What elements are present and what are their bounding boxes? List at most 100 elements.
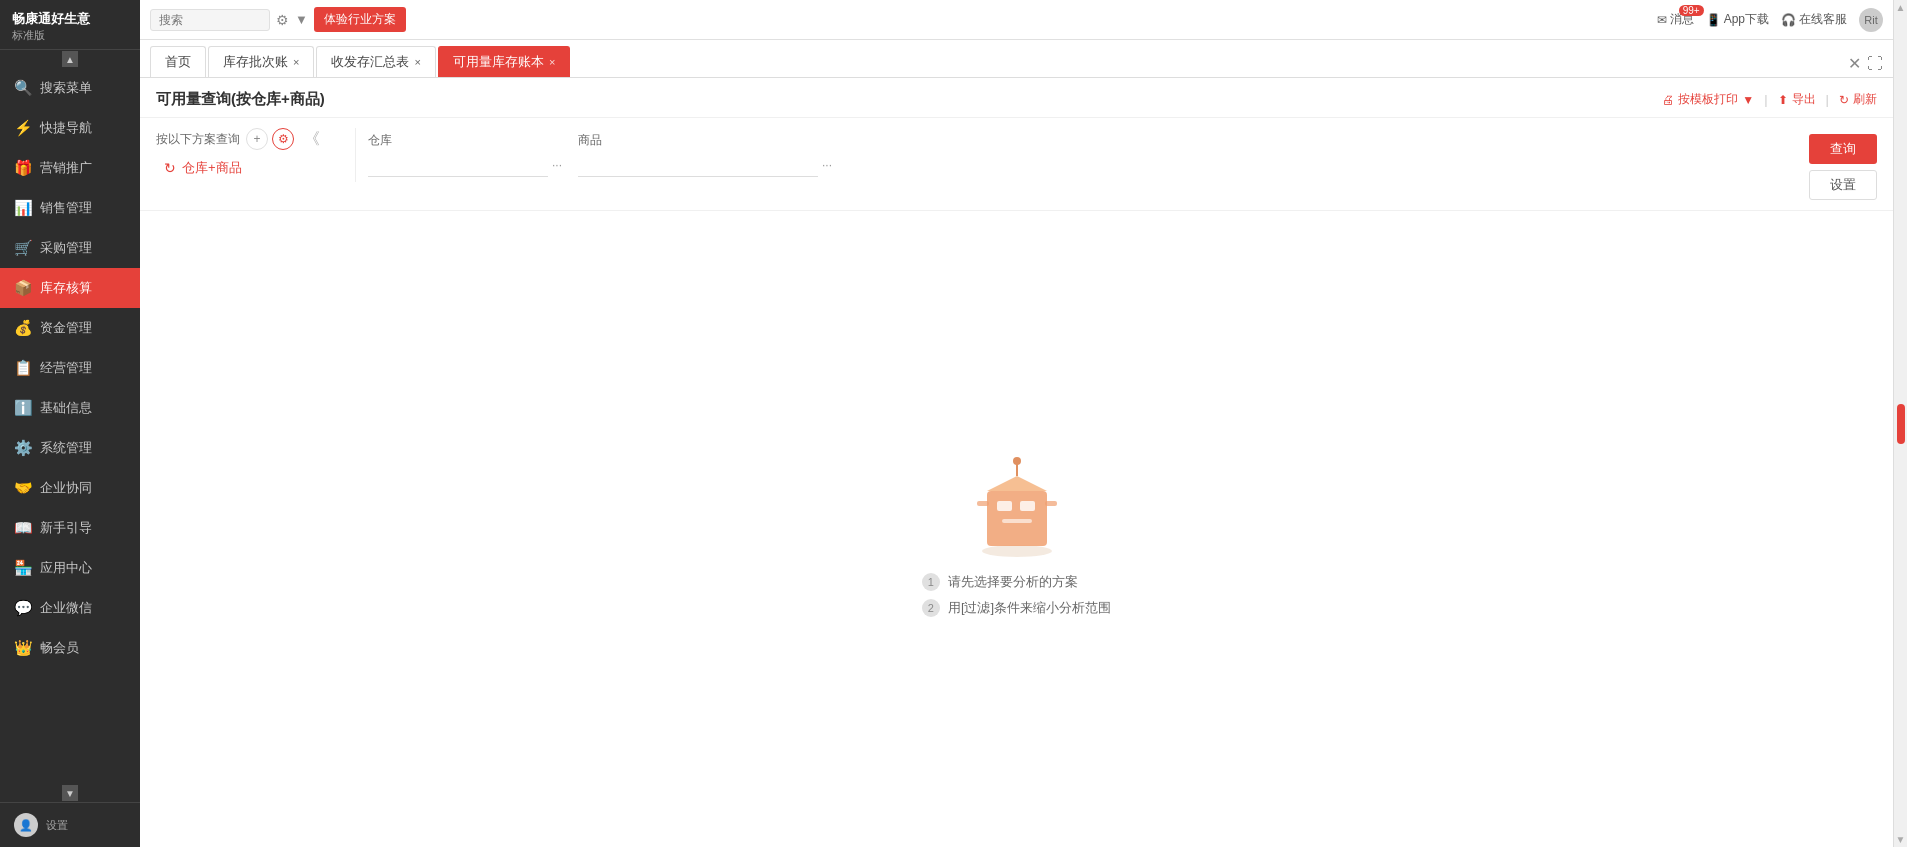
trial-button[interactable]: 体验行业方案 bbox=[314, 7, 406, 32]
operations-icon: 📋 bbox=[14, 359, 32, 377]
app-download-label: App下载 bbox=[1724, 11, 1769, 28]
customer-service-label: 在线客服 bbox=[1799, 11, 1847, 28]
tab-bar: 首页 库存批次账 × 收发存汇总表 × 可用量库存账本 × ✕ ⛶ bbox=[140, 40, 1893, 78]
sidebar-item-label: 企业协同 bbox=[40, 479, 92, 497]
dropdown-arrow-icon[interactable]: ▼ bbox=[295, 12, 308, 27]
scroll-up-arrow[interactable]: ▲ bbox=[62, 51, 78, 67]
scrollbar-thumb[interactable] bbox=[1897, 404, 1905, 444]
finance-icon: 💰 bbox=[14, 319, 32, 337]
hint-text-1: 请先选择要分析的方案 bbox=[948, 573, 1078, 591]
app-download-button[interactable]: 📱 App下载 bbox=[1706, 11, 1769, 28]
sidebar-item-operations[interactable]: 📋 经营管理 bbox=[0, 348, 140, 388]
scheme-item-warehouse-product[interactable]: ↻ 仓库+商品 bbox=[156, 154, 343, 182]
empty-hint-2: 2 用[过滤]条件来缩小分析范围 bbox=[922, 599, 1111, 617]
sidebar-item-label: 系统管理 bbox=[40, 439, 92, 457]
sidebar-item-basic[interactable]: ℹ️ 基础信息 bbox=[0, 388, 140, 428]
inventory-icon: 📦 bbox=[14, 279, 32, 297]
tab-home[interactable]: 首页 bbox=[150, 46, 206, 77]
tab-available-label: 可用量库存账本 bbox=[453, 53, 544, 71]
right-scrollbar[interactable]: ▲ ▼ bbox=[1893, 0, 1907, 847]
sidebar-item-marketing[interactable]: 🎁 营销推广 bbox=[0, 148, 140, 188]
print-label: 按模板打印 bbox=[1678, 91, 1738, 108]
top-header: ⚙ ▼ 体验行业方案 ✉ 消息 99+ 📱 App下载 🎧 在线客服 Rit bbox=[140, 0, 1893, 40]
message-icon: ✉ bbox=[1657, 13, 1667, 27]
sidebar-item-system[interactable]: ⚙️ 系统管理 bbox=[0, 428, 140, 468]
product-field: 商品 ··· bbox=[578, 132, 832, 177]
sidebar-item-member[interactable]: 👑 畅会员 bbox=[0, 628, 140, 668]
tab-actions: ✕ ⛶ bbox=[1848, 54, 1883, 77]
tab-batch-close[interactable]: × bbox=[293, 56, 299, 68]
purchase-icon: 🛒 bbox=[14, 239, 32, 257]
customer-service-button[interactable]: 🎧 在线客服 bbox=[1781, 11, 1847, 28]
sidebar-item-inventory[interactable]: 📦 库存核算 bbox=[0, 268, 140, 308]
main-area: ⚙ ▼ 体验行业方案 ✉ 消息 99+ 📱 App下载 🎧 在线客服 Rit bbox=[140, 0, 1893, 847]
tab-home-label: 首页 bbox=[165, 53, 191, 71]
export-icon: ⬆ bbox=[1778, 93, 1788, 107]
wechat-icon: 💬 bbox=[14, 599, 32, 617]
gear-icon[interactable]: ⚙ bbox=[276, 12, 289, 28]
hint-number-2: 2 bbox=[922, 599, 940, 617]
sidebar-item-purchase[interactable]: 🛒 采购管理 bbox=[0, 228, 140, 268]
sidebar-item-label: 畅会员 bbox=[40, 639, 79, 657]
sidebar-item-apps[interactable]: 🏪 应用中心 bbox=[0, 548, 140, 588]
user-avatar[interactable]: Rit bbox=[1859, 8, 1883, 32]
print-dropdown-icon[interactable]: ▼ bbox=[1742, 93, 1754, 107]
system-icon: ⚙️ bbox=[14, 439, 32, 457]
warehouse-more[interactable]: ··· bbox=[552, 158, 562, 172]
page-title: 可用量查询(按仓库+商品) bbox=[156, 90, 325, 109]
svg-point-7 bbox=[1013, 457, 1021, 465]
product-input[interactable] bbox=[578, 153, 818, 177]
sidebar-scroll-up[interactable]: ▲ bbox=[0, 50, 140, 68]
tab-available-close[interactable]: × bbox=[549, 56, 555, 68]
sidebar-item-enterprise[interactable]: 🤝 企业协同 bbox=[0, 468, 140, 508]
filter-actions: 查询 设置 bbox=[1809, 132, 1877, 200]
sales-icon: 📊 bbox=[14, 199, 32, 217]
sidebar-item-label: 搜索菜单 bbox=[40, 79, 92, 97]
message-button[interactable]: ✉ 消息 99+ bbox=[1657, 11, 1694, 28]
warehouse-input[interactable] bbox=[368, 153, 548, 177]
svg-rect-5 bbox=[1002, 519, 1032, 523]
sidebar-item-sales[interactable]: 📊 销售管理 bbox=[0, 188, 140, 228]
sidebar-item-newbie[interactable]: 📖 新手引导 bbox=[0, 508, 140, 548]
query-button[interactable]: 查询 bbox=[1809, 134, 1877, 164]
setting-button[interactable]: 设置 bbox=[1809, 170, 1877, 200]
tab-close-button[interactable]: ✕ bbox=[1848, 54, 1861, 73]
product-more[interactable]: ··· bbox=[822, 158, 832, 172]
scroll-down-btn[interactable]: ▼ bbox=[1896, 834, 1906, 845]
sidebar-item-shortcut[interactable]: ⚡ 快捷导航 bbox=[0, 108, 140, 148]
print-icon: 🖨 bbox=[1662, 93, 1674, 107]
newbie-icon: 📖 bbox=[14, 519, 32, 537]
content-area: 可用量查询(按仓库+商品) 🖨 按模板打印 ▼ | ⬆ 导出 | ↻ 刷新 bbox=[140, 78, 1893, 847]
sidebar-item-finance[interactable]: 💰 资金管理 bbox=[0, 308, 140, 348]
add-scheme-button[interactable]: + bbox=[246, 128, 268, 150]
tab-maximize-button[interactable]: ⛶ bbox=[1867, 55, 1883, 73]
scroll-down-arrow[interactable]: ▼ bbox=[62, 785, 78, 801]
refresh-button[interactable]: ↻ 刷新 bbox=[1839, 91, 1877, 108]
tab-summary[interactable]: 收发存汇总表 × bbox=[316, 46, 435, 77]
collapse-icon[interactable]: 《 bbox=[304, 129, 320, 150]
separator2: | bbox=[1826, 92, 1829, 107]
sidebar-user[interactable]: 👤 设置 bbox=[0, 802, 140, 847]
filter-icon-group: + ⚙ bbox=[246, 128, 294, 150]
export-label: 导出 bbox=[1792, 91, 1816, 108]
tab-batch[interactable]: 库存批次账 × bbox=[208, 46, 314, 77]
filter-scheme-label: 按以下方案查询 bbox=[156, 131, 240, 148]
header-left: ⚙ ▼ 体验行业方案 bbox=[150, 7, 1649, 32]
sidebar-item-wechat[interactable]: 💬 企业微信 bbox=[0, 588, 140, 628]
sidebar-item-search[interactable]: 🔍 搜索菜单 bbox=[0, 68, 140, 108]
sidebar-user-name: 设置 bbox=[46, 818, 68, 833]
settings-scheme-button[interactable]: ⚙ bbox=[272, 128, 294, 150]
tab-summary-close[interactable]: × bbox=[414, 56, 420, 68]
scroll-up-btn[interactable]: ▲ bbox=[1896, 2, 1906, 13]
sidebar-item-label: 资金管理 bbox=[40, 319, 92, 337]
tab-available[interactable]: 可用量库存账本 × bbox=[438, 46, 570, 77]
headset-icon: 🎧 bbox=[1781, 13, 1796, 27]
sidebar-scroll-down[interactable]: ▼ bbox=[0, 784, 140, 802]
basic-icon: ℹ️ bbox=[14, 399, 32, 417]
search-input[interactable] bbox=[150, 9, 270, 31]
export-button[interactable]: ⬆ 导出 bbox=[1778, 91, 1816, 108]
print-button[interactable]: 🖨 按模板打印 ▼ bbox=[1662, 91, 1754, 108]
tab-summary-label: 收发存汇总表 bbox=[331, 53, 409, 71]
enterprise-icon: 🤝 bbox=[14, 479, 32, 497]
empty-hint-1: 1 请先选择要分析的方案 bbox=[922, 573, 1111, 591]
